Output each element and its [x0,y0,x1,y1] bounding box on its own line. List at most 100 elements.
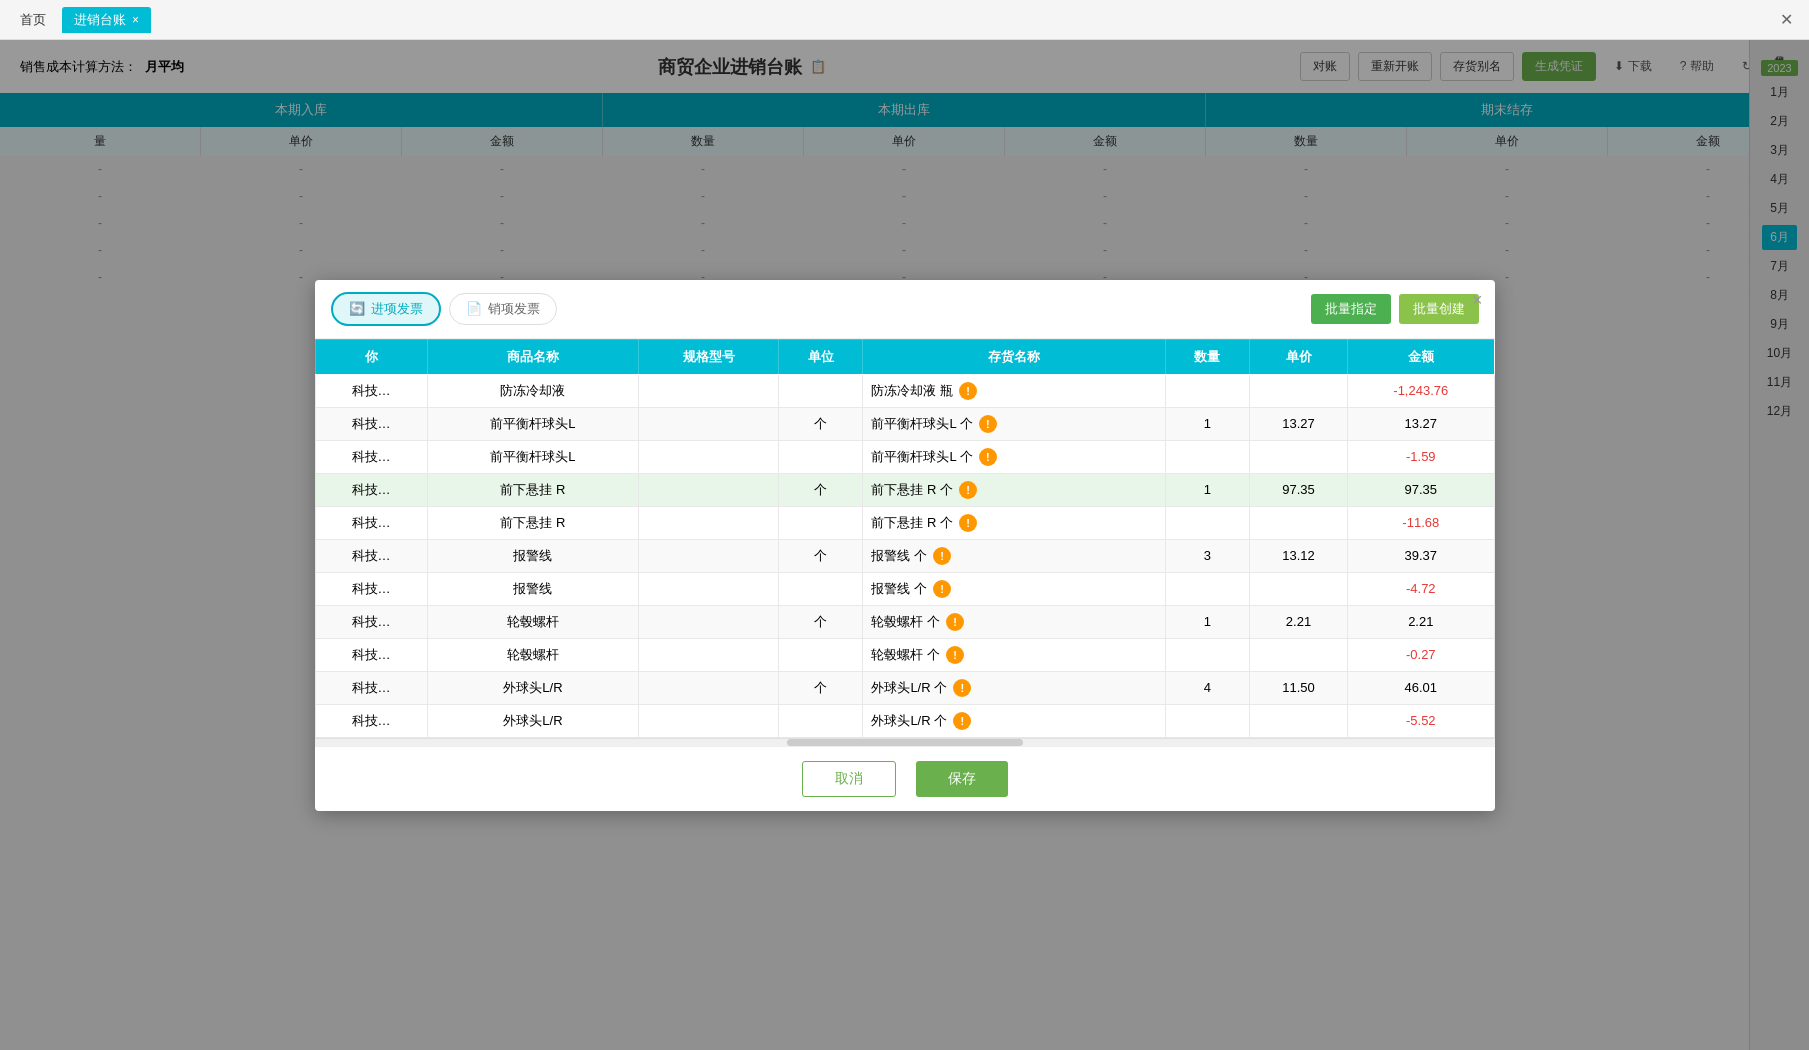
col-header-amount: 金额 [1348,339,1494,374]
cell-name: 外球头L/R [427,671,639,704]
tab-close-icon[interactable]: × [132,13,139,27]
cell-amount: -0.27 [1348,638,1494,671]
warning-icon[interactable]: ! [979,415,997,433]
batch-assign-button[interactable]: 批量指定 [1311,294,1391,324]
main-area: 销售成本计算方法： 月平均 商贸企业进销台账 📋 对账 重新开账 存货别名 生成… [0,40,1809,1050]
modal-close-button[interactable]: × [1472,290,1483,311]
top-bar: 首页 进销台账 × ✕ [0,0,1809,40]
warning-icon[interactable]: ! [959,514,977,532]
cell-spec [639,704,779,737]
cell-inventory: 轮毂螺杆 个! [863,605,1165,638]
cell-amount: 2.21 [1348,605,1494,638]
save-button[interactable]: 保存 [916,761,1008,797]
invoice-table: 你 商品名称 规格型号 单位 存货名称 数量 单价 金额 科技…防冻冷却液防冻冷… [315,339,1495,738]
window-close-icon[interactable]: ✕ [1772,6,1801,33]
cell-inventory: 外球头L/R 个! [863,671,1165,704]
cell-quantity: 1 [1165,605,1249,638]
cell-name: 轮毂螺杆 [427,638,639,671]
cell-inventory: 报警线 个! [863,572,1165,605]
cell-quantity [1165,374,1249,407]
cell-quantity [1165,638,1249,671]
cell-unit [779,572,863,605]
cell-amount: -1,243.76 [1348,374,1494,407]
cell-amount: 13.27 [1348,407,1494,440]
cell-unit [779,374,863,407]
col-header-inventory: 存货名称 [863,339,1165,374]
cell-name: 报警线 [427,539,639,572]
cell-unit: 个 [779,407,863,440]
cell-inventory: 防冻冷却液 瓶! [863,374,1165,407]
cell-name: 前下悬挂 R [427,506,639,539]
cell-price [1249,440,1347,473]
cell-inventory: 前下悬挂 R 个! [863,473,1165,506]
cell-price: 11.50 [1249,671,1347,704]
outgoing-label: 销项发票 [488,300,540,318]
cell-spec [639,506,779,539]
cell-inventory: 前下悬挂 R 个! [863,506,1165,539]
cell-price: 13.12 [1249,539,1347,572]
cell-spec [639,473,779,506]
table-row: 科技…前下悬挂 R 前下悬挂 R 个! -11.68 [315,506,1494,539]
table-row: 科技…轮毂螺杆轮毂螺杆 个!-0.27 [315,638,1494,671]
jinxiao-tab[interactable]: 进销台账 × [62,7,151,33]
cell-spec [639,440,779,473]
cell-amount: -11.68 [1348,506,1494,539]
cell-unit: 个 [779,671,863,704]
cancel-button[interactable]: 取消 [802,761,896,797]
table-row: 科技…防冻冷却液 防冻冷却液 瓶! -1,243.76 [315,374,1494,407]
cell-unit: 个 [779,605,863,638]
cell-name: 防冻冷却液 [427,374,639,407]
warning-icon[interactable]: ! [933,547,951,565]
cell-id: 科技… [315,407,427,440]
horizontal-scrollbar[interactable] [315,738,1495,746]
cell-id: 科技… [315,506,427,539]
col-header-name: 商品名称 [427,339,639,374]
warning-icon[interactable]: ! [959,382,977,400]
warning-icon[interactable]: ! [946,646,964,664]
cell-quantity: 1 [1165,407,1249,440]
cell-inventory: 前平衡杆球头L 个! [863,407,1165,440]
col-header-id: 你 [315,339,427,374]
warning-icon[interactable]: ! [933,580,951,598]
cell-id: 科技… [315,374,427,407]
cell-unit: 个 [779,539,863,572]
cell-spec [639,671,779,704]
col-header-price: 单价 [1249,339,1347,374]
warning-icon[interactable]: ! [946,613,964,631]
warning-icon[interactable]: ! [953,679,971,697]
modal-overlay: 🔄 进项发票 📄 销项发票 批量指定 批量创建 × [0,40,1809,1050]
tab-incoming-invoice[interactable]: 🔄 进项发票 [331,292,441,326]
tab-label: 进销台账 [74,11,126,29]
cell-spec [639,605,779,638]
table-row: 科技…前平衡杆球头L个前平衡杆球头L 个!113.2713.27 [315,407,1494,440]
cell-unit [779,638,863,671]
table-row: 科技…外球头L/R外球头L/R 个!-5.52 [315,704,1494,737]
cell-id: 科技… [315,671,427,704]
cell-name: 外球头L/R [427,704,639,737]
cell-id: 科技… [315,704,427,737]
cell-spec [639,572,779,605]
col-header-spec: 规格型号 [639,339,779,374]
col-header-unit: 单位 [779,339,863,374]
cell-unit [779,506,863,539]
table-row: 科技…报警线个报警线 个!313.1239.37 [315,539,1494,572]
table-row: 科技…报警线报警线 个!-4.72 [315,572,1494,605]
warning-icon[interactable]: ! [979,448,997,466]
cell-unit: 个 [779,473,863,506]
warning-icon[interactable]: ! [953,712,971,730]
cell-price [1249,704,1347,737]
cell-amount: 97.35 [1348,473,1494,506]
cell-inventory: 轮毂螺杆 个! [863,638,1165,671]
batch-create-button[interactable]: 批量创建 [1399,294,1479,324]
cell-amount: -5.52 [1348,704,1494,737]
cell-price: 2.21 [1249,605,1347,638]
col-header-quantity: 数量 [1165,339,1249,374]
home-tab[interactable]: 首页 [8,7,58,33]
warning-icon[interactable]: ! [959,481,977,499]
cell-inventory: 前平衡杆球头L 个! [863,440,1165,473]
tab-outgoing-invoice[interactable]: 📄 销项发票 [449,293,557,325]
table-row: 科技…轮毂螺杆个轮毂螺杆 个!12.212.21 [315,605,1494,638]
cell-price: 13.27 [1249,407,1347,440]
cell-price [1249,506,1347,539]
cell-quantity [1165,704,1249,737]
